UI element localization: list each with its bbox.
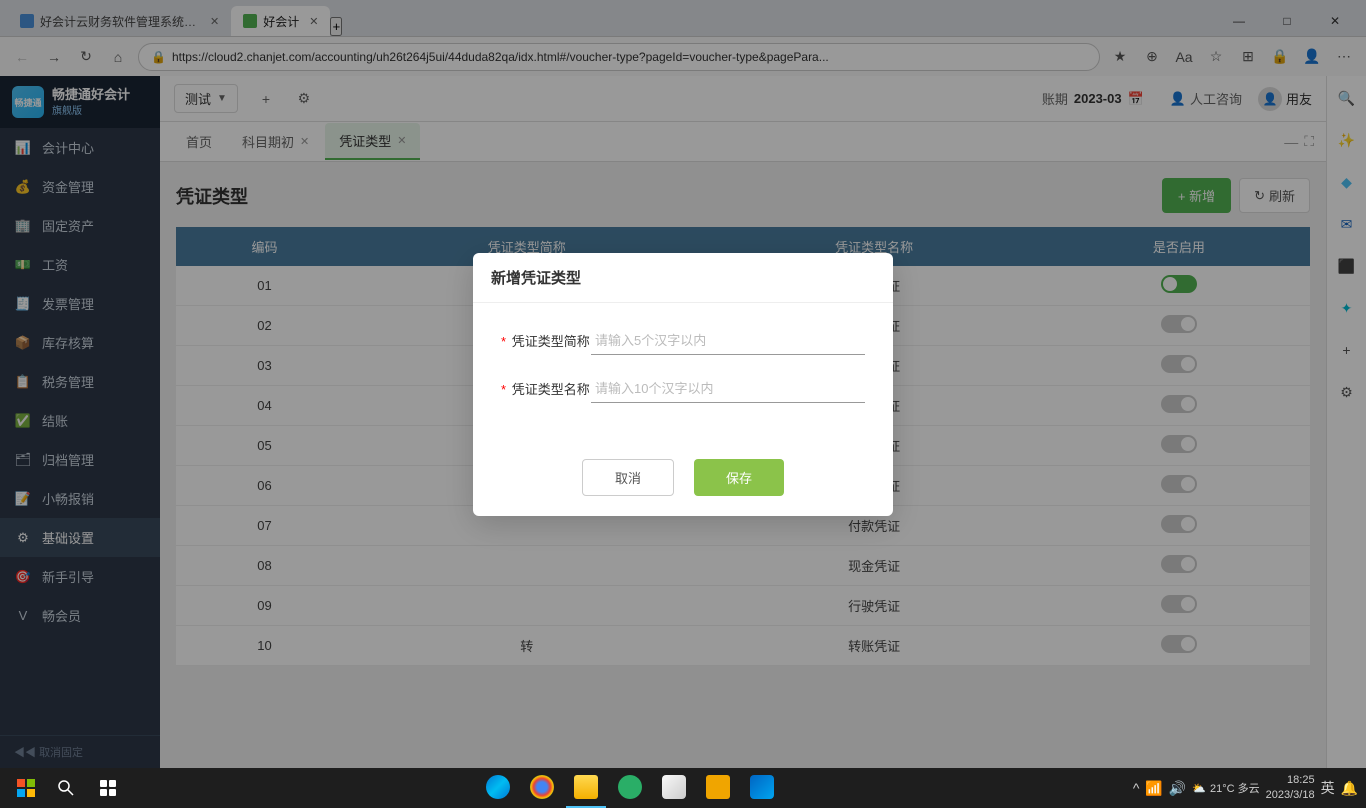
weather-info[interactable]: ⛅ 21°C 多云 bbox=[1192, 780, 1259, 796]
taskbar-app-folder[interactable] bbox=[698, 768, 738, 808]
abbr-input[interactable] bbox=[591, 327, 865, 355]
name-required-mark: * bbox=[501, 382, 506, 397]
modal-footer: 取消 保存 bbox=[473, 447, 893, 516]
taskbar-app-wechat[interactable] bbox=[610, 768, 650, 808]
modal-title: 新增凭证类型 bbox=[473, 253, 893, 303]
taskbar-app-edge[interactable] bbox=[478, 768, 518, 808]
modal-body: * 凭证类型简称 * 凭证类型名称 bbox=[473, 303, 893, 447]
save-button[interactable]: 保存 bbox=[694, 459, 784, 496]
taskbar-sound-icon[interactable]: 🔊 bbox=[1169, 780, 1186, 797]
taskbar-language-btn[interactable]: 英 bbox=[1321, 778, 1335, 798]
abbr-form-row: * 凭证类型简称 bbox=[501, 327, 865, 355]
taskbar-datetime[interactable]: 18:25 2023/3/18 bbox=[1266, 773, 1315, 804]
name-label: * 凭证类型名称 bbox=[501, 379, 591, 398]
abbr-label-text: 凭证类型简称 bbox=[512, 334, 590, 349]
start-button[interactable] bbox=[8, 770, 44, 806]
taskbar-app-edge2[interactable] bbox=[742, 768, 782, 808]
cancel-button[interactable]: 取消 bbox=[582, 459, 674, 496]
abbr-label: * 凭证类型简称 bbox=[501, 331, 591, 350]
weather-temp: 21°C 多云 bbox=[1210, 780, 1260, 796]
modal-overlay: 新增凭证类型 * 凭证类型简称 * 凭证类型名称 取消 保存 bbox=[0, 0, 1366, 768]
add-voucher-type-modal: 新增凭证类型 * 凭证类型简称 * 凭证类型名称 取消 保存 bbox=[473, 253, 893, 516]
abbr-required-mark: * bbox=[501, 334, 506, 349]
taskbar-app-store[interactable] bbox=[654, 768, 694, 808]
name-input[interactable] bbox=[591, 375, 865, 403]
name-form-row: * 凭证类型名称 bbox=[501, 375, 865, 403]
taskbar-app-files[interactable] bbox=[566, 768, 606, 808]
notification-btn[interactable]: 🔔 bbox=[1341, 780, 1358, 797]
taskbar-right: ^ 📶 🔊 ⛅ 21°C 多云 18:25 2023/3/18 英 🔔 bbox=[1133, 773, 1358, 804]
taskbar-time-display: 18:25 bbox=[1266, 773, 1315, 788]
name-label-text: 凭证类型名称 bbox=[512, 382, 590, 397]
taskbar-date-display: 2023/3/18 bbox=[1266, 788, 1315, 803]
taskbar-search-btn[interactable] bbox=[48, 770, 84, 806]
taskbar-apps bbox=[132, 768, 1129, 808]
taskbar-chevron-icon[interactable]: ^ bbox=[1133, 780, 1140, 796]
taskbar-multitask-btn[interactable] bbox=[88, 768, 128, 808]
language-label: 英 bbox=[1321, 780, 1335, 796]
taskbar-app-chrome[interactable] bbox=[522, 768, 562, 808]
taskbar: ^ 📶 🔊 ⛅ 21°C 多云 18:25 2023/3/18 英 🔔 bbox=[0, 768, 1366, 808]
weather-icon: ⛅ bbox=[1192, 782, 1206, 795]
taskbar-wifi-icon[interactable]: 📶 bbox=[1145, 780, 1162, 797]
